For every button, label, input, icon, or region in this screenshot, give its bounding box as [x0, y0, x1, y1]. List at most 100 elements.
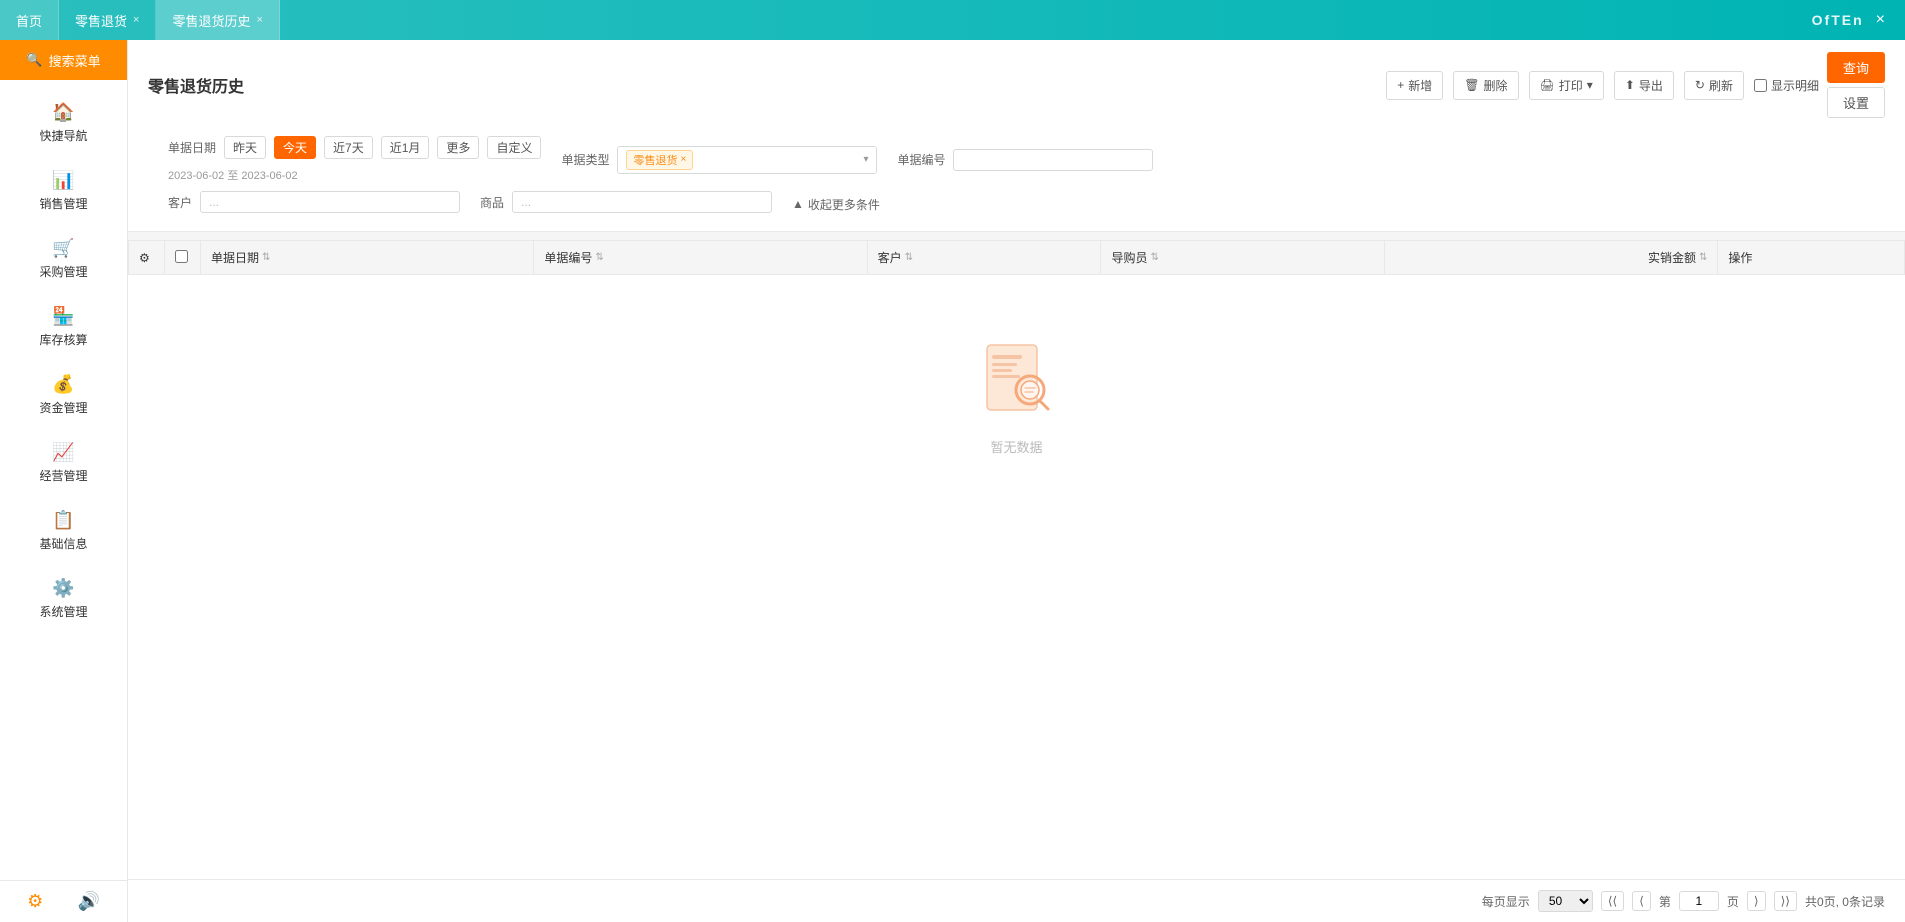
show-detail-checkbox-label[interactable]: 显示明细	[1754, 77, 1819, 94]
sidebar-bottom: ⚙ 🔊	[0, 880, 127, 922]
last-page-button[interactable]: ⟩⟩	[1774, 891, 1797, 911]
col-action: 操作	[1718, 241, 1905, 275]
col-bill-no-sort-icon[interactable]: ⇅	[595, 252, 603, 263]
sidebar-item-inventory[interactable]: 🏪 库存核算	[6, 294, 121, 360]
today-btn[interactable]: 今天	[274, 136, 316, 159]
show-detail-checkbox[interactable]	[1754, 79, 1767, 92]
prev-page-button[interactable]: ⟨	[1632, 891, 1651, 911]
tab-retail-return-history-label: 零售退货历史	[172, 11, 250, 30]
date-range-text: 2023-06-02 至 2023-06-02	[168, 167, 298, 183]
tab-bar: 首页 零售退货 × 零售退货历史 ×	[0, 0, 1796, 40]
empty-illustration	[972, 335, 1062, 425]
operations-icon: 📈	[52, 442, 74, 463]
empty-state: 暂无数据	[128, 275, 1905, 516]
page-title-row: 零售退货历史 + 新增 🗑 删除	[148, 52, 1885, 126]
per-page-select[interactable]: 50 100 200	[1538, 890, 1593, 912]
col-date: 单据日期 ⇅	[201, 241, 534, 275]
last7-btn[interactable]: 近7天	[324, 136, 373, 159]
print-button[interactable]: 🖨 打印 ▾	[1529, 71, 1604, 100]
yesterday-btn[interactable]: 昨天	[224, 136, 266, 159]
query-button[interactable]: 查询	[1827, 52, 1885, 83]
select-all-checkbox[interactable]	[175, 250, 188, 263]
bill-type-arrow-icon: ▾	[863, 154, 868, 165]
window-close-button[interactable]: ×	[1872, 11, 1889, 29]
collapse-up-icon: ▲	[792, 197, 804, 211]
bill-type-select[interactable]: 零售退货 × ▾	[617, 146, 877, 174]
refresh-icon: ↻	[1695, 78, 1705, 92]
finance-icon: 💰	[52, 374, 74, 395]
page-number-input[interactable]	[1679, 891, 1719, 911]
sidebar-item-purchase-mgmt-label: 采购管理	[39, 263, 87, 280]
sidebar-search[interactable]: 🔍 搜索菜单	[0, 40, 127, 80]
new-icon: +	[1397, 78, 1404, 92]
sidebar-settings-button[interactable]: ⚙	[27, 891, 43, 912]
brand-label: OfTEn	[1812, 12, 1864, 28]
col-customer-sort-icon[interactable]: ⇅	[905, 252, 913, 263]
more-btn[interactable]: 更多	[437, 136, 479, 159]
sidebar-item-basic-info[interactable]: 📋 基础信息	[6, 498, 121, 564]
sys-mgmt-icon: ⚙️	[52, 578, 74, 599]
main-layout: 🔍 搜索菜单 🏠 快捷导航 📊 销售管理 🛒 采购管理 🏪 库存核算 💰	[0, 40, 1905, 922]
collapse-label: 收起更多条件	[808, 196, 880, 213]
col-guide-sort-icon[interactable]: ⇅	[1150, 252, 1158, 263]
sidebar-item-operations[interactable]: 📈 经营管理	[6, 430, 121, 496]
sidebar-item-finance[interactable]: 💰 资金管理	[6, 362, 121, 428]
col-bill-no-label: 单据编号	[544, 249, 592, 266]
delete-label: 删除	[1484, 77, 1508, 94]
print-icon: 🖨	[1540, 78, 1555, 92]
date-filter-label: 单据日期	[168, 139, 216, 156]
tab-retail-return-history[interactable]: 零售退货历史 ×	[156, 0, 279, 40]
table-container: ⚙ 单据日期 ⇅ 单据编号	[128, 240, 1905, 879]
show-detail-label: 显示明细	[1771, 77, 1819, 94]
sidebar-item-sales-mgmt-label: 销售管理	[39, 195, 87, 212]
col-bill-no: 单据编号 ⇅	[534, 241, 867, 275]
tab-retail-return[interactable]: 零售退货 ×	[59, 0, 156, 40]
basic-info-icon: 📋	[52, 510, 74, 531]
col-customer-label: 客户	[878, 249, 902, 266]
goods-select[interactable]: ...	[512, 191, 772, 213]
last1m-btn[interactable]: 近1月	[381, 136, 430, 159]
sidebar-item-sys-mgmt[interactable]: ⚙️ 系统管理	[6, 566, 121, 632]
gear-icon[interactable]: ⚙	[139, 251, 150, 265]
col-amount-sort-icon[interactable]: ⇅	[1699, 252, 1707, 263]
print-label: 打印	[1559, 77, 1583, 94]
top-bar-right: OfTEn ×	[1796, 11, 1905, 29]
filter-row-1: 单据日期 昨天 今天 近7天 近1月 更多 自定义	[168, 136, 1865, 183]
sidebar-item-quick-nav-label: 快捷导航	[39, 127, 87, 144]
first-page-button[interactable]: ⟨⟨	[1601, 891, 1624, 911]
next-page-button[interactable]: ⟩	[1747, 891, 1766, 911]
sidebar-item-basic-info-label: 基础信息	[39, 535, 87, 552]
bill-type-tag-close[interactable]: ×	[680, 154, 686, 165]
export-button[interactable]: ⬆ 导出	[1614, 71, 1674, 100]
col-date-sort-icon[interactable]: ⇅	[262, 252, 270, 263]
tab-home-label: 首页	[16, 11, 42, 30]
collapse-btn[interactable]: ▲ 收起更多条件	[792, 196, 880, 213]
customer-select[interactable]: ...	[200, 191, 460, 213]
page-title: 零售退货历史	[148, 73, 244, 97]
bill-type-label: 单据类型	[561, 151, 609, 168]
tab-retail-return-history-close[interactable]: ×	[256, 14, 262, 26]
page-suffix: 页	[1727, 893, 1739, 910]
tab-retail-return-close[interactable]: ×	[133, 14, 139, 26]
print-arrow-icon: ▾	[1587, 78, 1593, 92]
sidebar-item-purchase-mgmt[interactable]: 🛒 采购管理	[6, 226, 121, 292]
new-button[interactable]: + 新增	[1386, 71, 1443, 100]
custom-btn[interactable]: 自定义	[487, 136, 541, 159]
data-table: ⚙ 单据日期 ⇅ 单据编号	[128, 240, 1905, 275]
page-label: 第	[1659, 893, 1671, 910]
delete-button[interactable]: 🗑 删除	[1453, 71, 1518, 100]
sidebar-item-sales-mgmt[interactable]: 📊 销售管理	[6, 158, 121, 224]
sidebar-item-quick-nav[interactable]: 🏠 快捷导航	[6, 90, 121, 156]
per-page-label: 每页显示	[1482, 893, 1530, 910]
settings-button[interactable]: 设置	[1827, 87, 1885, 118]
col-guide-label: 导购员	[1111, 249, 1147, 266]
tab-home[interactable]: 首页	[0, 0, 59, 40]
refresh-button[interactable]: ↻ 刷新	[1684, 71, 1744, 100]
sidebar-speaker-button[interactable]: 🔊	[77, 891, 99, 912]
col-amount-label: 实销金额	[1648, 249, 1696, 266]
refresh-label: 刷新	[1709, 77, 1733, 94]
col-gear: ⚙	[129, 241, 165, 275]
toolbar-actions: + 新增 🗑 删除 🖨 打印 ▾	[1386, 71, 1819, 100]
bill-no-label: 单据编号	[897, 151, 945, 168]
bill-no-input[interactable]	[953, 149, 1153, 171]
